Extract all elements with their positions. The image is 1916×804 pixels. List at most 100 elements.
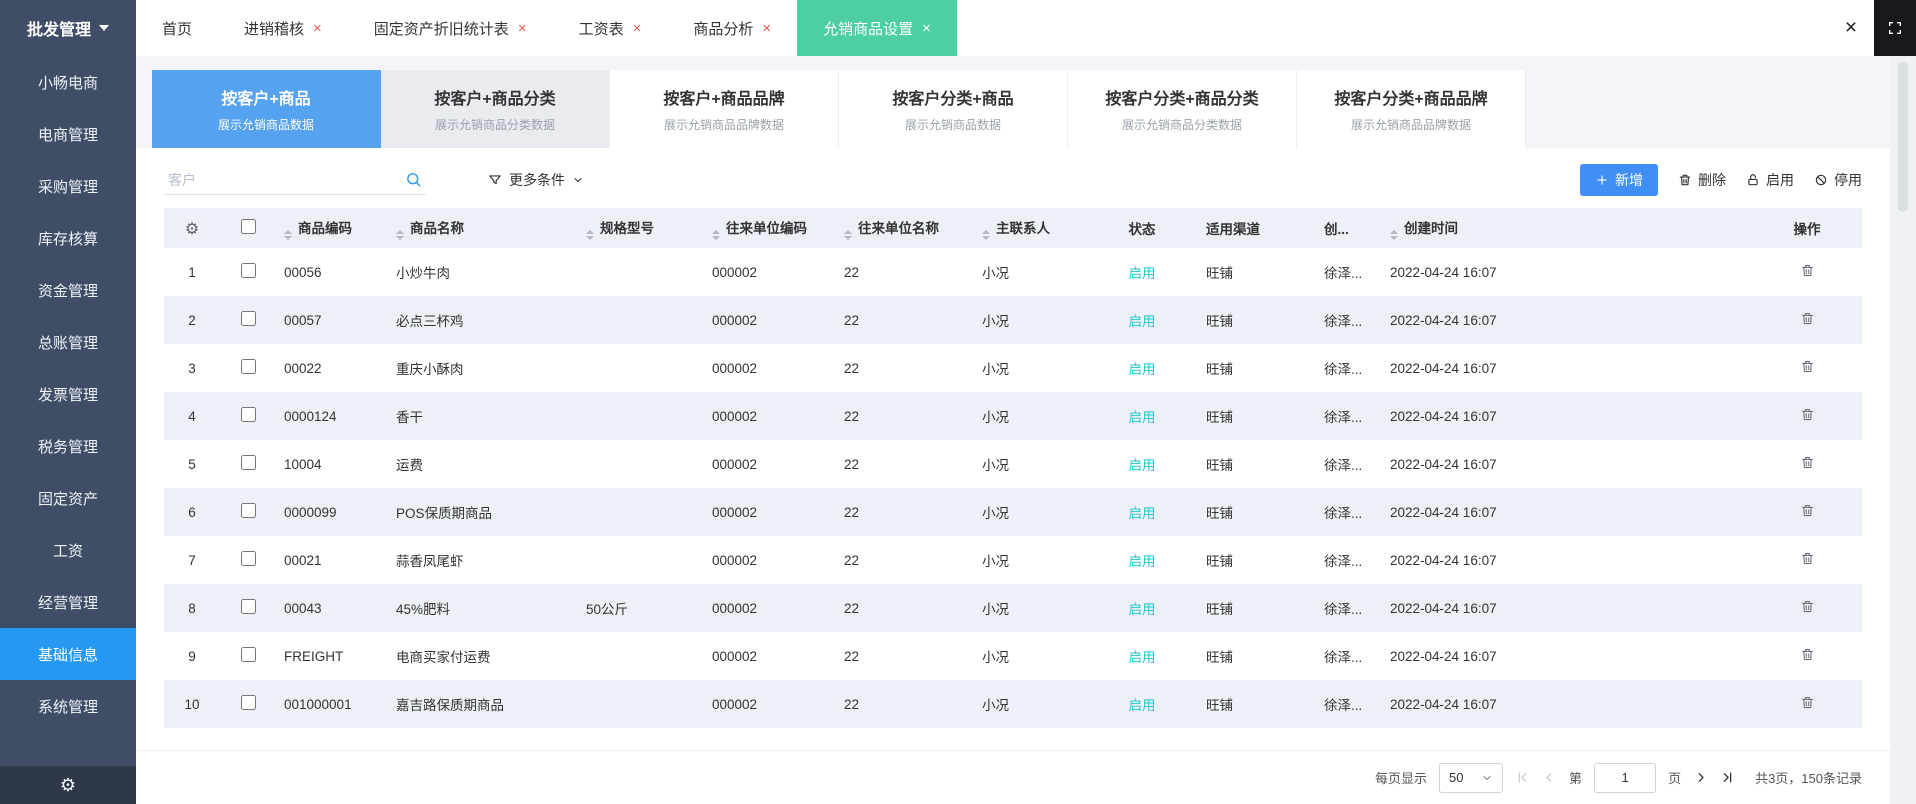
sidebar-item[interactable]: 税务管理: [0, 420, 136, 472]
page-input[interactable]: [1594, 762, 1657, 793]
search-input[interactable]: [168, 171, 399, 188]
tab[interactable]: 商品分析 ×: [667, 0, 797, 56]
row-checkbox[interactable]: [240, 263, 256, 278]
tab[interactable]: 首页: [136, 0, 218, 56]
last-page-button[interactable]: [1720, 770, 1735, 785]
sidebar-item[interactable]: 采购管理: [0, 160, 136, 212]
delete-row-button[interactable]: [1800, 599, 1815, 614]
column-header[interactable]: 规格型号: [578, 208, 704, 248]
delete-row-button[interactable]: [1800, 311, 1815, 326]
sidebar-settings-button[interactable]: ⚙: [0, 766, 136, 804]
column-header[interactable]: 商品名称: [388, 208, 578, 248]
row-checkbox[interactable]: [240, 311, 256, 326]
tab[interactable]: 固定资产折旧统计表 ×: [348, 0, 553, 56]
search-icon[interactable]: [405, 171, 422, 188]
more-filters-label: 更多条件: [509, 172, 565, 188]
sort-icon[interactable]: [1390, 229, 1398, 240]
delete-row-button[interactable]: [1800, 551, 1815, 566]
sort-icon[interactable]: [284, 229, 292, 240]
row-checkbox[interactable]: [240, 455, 256, 470]
delete-row-button[interactable]: [1800, 503, 1815, 518]
view-tab-title: 按客户+商品: [221, 91, 311, 108]
disable-button[interactable]: 停用: [1814, 170, 1862, 190]
close-all-button[interactable]: ×: [1828, 0, 1874, 56]
table-body: 1 00056 小炒牛肉 000002 22 小况 启用 旺铺 徐泽... 2022-04-24 …: [164, 248, 1862, 728]
delete-row-button[interactable]: [1800, 407, 1815, 422]
tab-close-icon[interactable]: ×: [922, 21, 931, 36]
cell-created-time: 2022-04-24 16:07: [1390, 408, 1497, 424]
sidebar-item[interactable]: 系统管理: [0, 680, 136, 732]
column-header[interactable]: 往来单位名称: [836, 208, 974, 248]
column-header[interactable]: 创建时间: [1382, 208, 1752, 248]
add-button[interactable]: 新增: [1580, 164, 1658, 196]
view-tab[interactable]: 按客户+商品分类 展示允销商品分类数据: [381, 70, 610, 148]
tab[interactable]: 允销商品设置 ×: [797, 0, 957, 56]
cell-unit-name: 22: [844, 312, 860, 328]
row-checkbox[interactable]: [240, 551, 256, 566]
scrollbar-thumb[interactable]: [1898, 62, 1908, 212]
sidebar-item[interactable]: 基础信息: [0, 628, 136, 680]
tab-label: 进销稽核: [244, 20, 305, 38]
view-tab[interactable]: 按客户分类+商品 展示允销商品数据: [839, 70, 1068, 148]
tab[interactable]: 工资表 ×: [553, 0, 668, 56]
column-label: 规格型号: [600, 220, 654, 236]
column-header[interactable]: 商品编码: [276, 208, 388, 248]
column-header[interactable]: 往来单位编码: [704, 208, 836, 248]
tab-close-icon[interactable]: ×: [633, 21, 642, 36]
sidebar-item[interactable]: 工资: [0, 524, 136, 576]
view-tab[interactable]: 按客户分类+商品品牌 展示允销商品品牌数据: [1297, 70, 1526, 148]
select-all-checkbox[interactable]: [240, 219, 256, 234]
delete-row-button[interactable]: [1800, 359, 1815, 374]
row-checkbox[interactable]: [240, 599, 256, 614]
sort-icon[interactable]: [982, 229, 990, 240]
delete-row-button[interactable]: [1800, 263, 1815, 278]
column-header[interactable]: 主联系人: [974, 208, 1086, 248]
tab-close-icon[interactable]: ×: [518, 21, 527, 36]
more-filters-button[interactable]: 更多条件: [488, 170, 584, 190]
sidebar-item[interactable]: 总账管理: [0, 316, 136, 368]
delete-button[interactable]: 删除: [1678, 170, 1726, 190]
tab-close-icon[interactable]: ×: [313, 21, 322, 36]
delete-row-button[interactable]: [1800, 455, 1815, 470]
sidebar-item[interactable]: 发票管理: [0, 368, 136, 420]
per-page-select[interactable]: 50: [1439, 762, 1504, 793]
gear-icon[interactable]: ⚙: [185, 219, 199, 238]
workspace-switcher[interactable]: 批发管理: [0, 0, 136, 56]
cell-channel: 旺铺: [1206, 410, 1233, 425]
row-checkbox[interactable]: [240, 359, 256, 374]
enable-button[interactable]: 启用: [1746, 170, 1794, 190]
row-checkbox-cell: [220, 536, 276, 584]
sort-icon[interactable]: [396, 229, 404, 240]
sidebar-item[interactable]: 小畅电商: [0, 56, 136, 108]
sidebar-item[interactable]: 经营管理: [0, 576, 136, 628]
scrollbar[interactable]: [1890, 56, 1916, 804]
first-page-button[interactable]: [1515, 770, 1530, 785]
column-header: 状态: [1086, 208, 1198, 248]
tab[interactable]: 进销稽核 ×: [218, 0, 348, 56]
view-tab[interactable]: 按客户+商品品牌 展示允销商品品牌数据: [610, 70, 839, 148]
caret-down-icon: [99, 25, 109, 31]
row-checkbox[interactable]: [240, 407, 256, 422]
fullscreen-button[interactable]: [1874, 0, 1916, 56]
view-tab[interactable]: 按客户分类+商品分类 展示允销商品分类数据: [1068, 70, 1297, 148]
row-checkbox[interactable]: [240, 647, 256, 662]
table-row: 3 00022 重庆小酥肉 000002 22 小况 启用 旺铺 徐泽... 2022-04-24…: [164, 344, 1862, 392]
sidebar-item[interactable]: 电商管理: [0, 108, 136, 160]
delete-row-button[interactable]: [1800, 647, 1815, 662]
view-tab-subtitle: 展示允销商品品牌数据: [663, 118, 784, 132]
cell-unit-name: 22: [844, 360, 860, 376]
sidebar-item[interactable]: 固定资产: [0, 472, 136, 524]
sort-icon[interactable]: [712, 229, 720, 240]
sidebar-item[interactable]: 资金管理: [0, 264, 136, 316]
row-checkbox[interactable]: [240, 503, 256, 518]
row-checkbox[interactable]: [240, 695, 256, 710]
status-badge: 启用: [1128, 410, 1156, 425]
delete-row-button[interactable]: [1800, 695, 1815, 710]
sort-icon[interactable]: [586, 229, 594, 240]
tab-close-icon[interactable]: ×: [762, 21, 771, 36]
sidebar-item[interactable]: 库存核算: [0, 212, 136, 264]
prev-page-button[interactable]: [1542, 770, 1557, 785]
sort-icon[interactable]: [844, 229, 852, 240]
next-page-button[interactable]: [1693, 770, 1708, 785]
view-tab[interactable]: 按客户+商品 展示允销商品数据: [152, 70, 381, 148]
